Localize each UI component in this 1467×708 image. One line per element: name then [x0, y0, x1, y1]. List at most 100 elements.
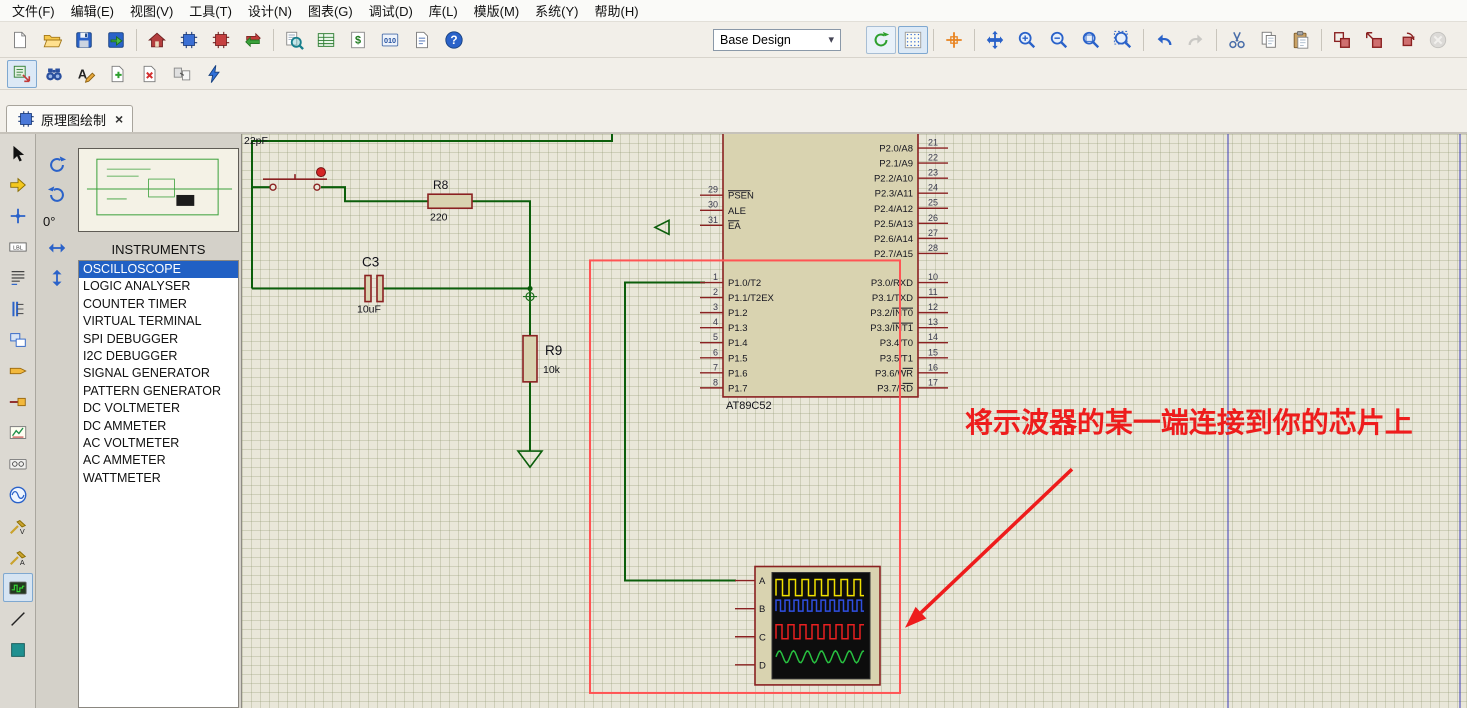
redo-button[interactable]	[1181, 26, 1211, 54]
subcircuit-mode-button[interactable]	[3, 325, 33, 354]
mirror-vertical-button[interactable]	[43, 265, 71, 291]
rotate-clockwise-button[interactable]	[43, 152, 71, 178]
zoom-out-button[interactable]	[1044, 26, 1074, 54]
property-assign-button[interactable]: A	[71, 60, 101, 88]
voltage-probe-button[interactable]: V	[3, 511, 33, 540]
home-design-button[interactable]	[142, 26, 172, 54]
menu-design[interactable]: 设计(N)	[240, 0, 300, 22]
block-rotate-button[interactable]	[1391, 26, 1421, 54]
zoom-in-button[interactable]	[1012, 26, 1042, 54]
menu-help[interactable]: 帮助(H)	[587, 0, 647, 22]
menu-graph[interactable]: 图表(G)	[300, 0, 361, 22]
menu-debug[interactable]: 调试(D)	[361, 0, 421, 22]
virtual-instrument-button[interactable]	[2, 573, 33, 602]
save-button[interactable]	[69, 26, 99, 54]
rotation-angle-field[interactable]: 0°	[43, 214, 71, 229]
instrument-ac-ammeter[interactable]: AC AMMETER	[79, 452, 238, 469]
menu-library[interactable]: 库(L)	[421, 0, 466, 22]
open-folder-button[interactable]	[37, 26, 67, 54]
instrument-dc-voltmeter[interactable]: DC VOLTMETER	[79, 400, 238, 417]
graph-mode-button[interactable]	[3, 418, 33, 447]
undo-button[interactable]	[1149, 26, 1179, 54]
menu-template[interactable]: 模版(M)	[466, 0, 528, 22]
bill-table-button[interactable]	[311, 26, 341, 54]
text-script-button[interactable]	[3, 263, 33, 292]
origin-marker-button[interactable]	[939, 26, 969, 54]
zoom-all-button[interactable]	[1076, 26, 1106, 54]
resistor-r8[interactable]: R8 220	[427, 178, 473, 223]
instrument-counter-timer[interactable]: COUNTER TIMER	[79, 296, 238, 313]
menu-edit[interactable]: 编辑(E)	[63, 0, 122, 22]
menu-tools[interactable]: 工具(T)	[181, 0, 240, 22]
design-explorer-button[interactable]	[279, 26, 309, 54]
mirror-horizontal-button[interactable]	[43, 235, 71, 261]
block-copy-button[interactable]	[1327, 26, 1357, 54]
new-file-button[interactable]	[5, 26, 35, 54]
goto-sheet-button[interactable]	[167, 60, 197, 88]
instrument-virtual-terminal[interactable]: VIRTUAL TERMINAL	[79, 313, 238, 330]
device-pin-mode-button[interactable]	[3, 387, 33, 416]
instrument-wattmeter[interactable]: WATTMETER	[79, 470, 238, 487]
menu-system[interactable]: 系统(Y)	[527, 0, 586, 22]
instrument-pattern-generator[interactable]: PATTERN GENERATOR	[79, 383, 238, 400]
instrument-signal-generator[interactable]: SIGNAL GENERATOR	[79, 365, 238, 382]
remove-sheet-button[interactable]	[135, 60, 165, 88]
grid-toggle-button[interactable]	[898, 25, 928, 54]
push-button[interactable]	[263, 167, 327, 191]
ground-symbol[interactable]	[516, 450, 544, 469]
menu-file[interactable]: 文件(F)	[4, 0, 63, 22]
wire-label-button[interactable]: LBL	[3, 232, 33, 261]
find-component-button[interactable]	[39, 60, 69, 88]
design-selector[interactable]: Base Design ▾	[713, 28, 841, 51]
resistor-r9[interactable]: R9 10k	[522, 334, 562, 383]
refresh-view-button[interactable]	[866, 25, 896, 54]
root-sheet-button[interactable]	[7, 59, 37, 88]
terminal-mode-button[interactable]	[3, 356, 33, 385]
rotate-anticlockwise-button[interactable]	[43, 182, 71, 208]
instrument-ac-voltmeter[interactable]: AC VOLTMETER	[79, 435, 238, 452]
junction-dot-button[interactable]	[3, 201, 33, 230]
import-project-button[interactable]	[101, 26, 131, 54]
copy-button[interactable]	[1254, 26, 1284, 54]
generator-mode-button[interactable]	[3, 480, 33, 509]
schematic-preview[interactable]	[78, 148, 239, 232]
paste-button[interactable]	[1286, 26, 1316, 54]
bom-dollar-button[interactable]: $	[343, 26, 373, 54]
pcb-layout-button[interactable]	[206, 26, 236, 54]
svg-text:27: 27	[928, 228, 938, 238]
selection-mode-button[interactable]	[3, 139, 33, 168]
bus-mode-button[interactable]	[3, 294, 33, 323]
capacitor-c3[interactable]: C3 10uF	[357, 254, 384, 316]
box-2d-button[interactable]	[3, 635, 33, 664]
instrument-logic-analyser[interactable]: LOGIC ANALYSER	[79, 278, 238, 295]
chip-at89c52[interactable]: AT89C52 29 PSEN 30 ALE 31 EA 1 P1.0/T2 2 P1.1/T2E…	[700, 134, 948, 412]
design-sync-button[interactable]	[238, 26, 268, 54]
instrument-i2c-debugger[interactable]: I2C DEBUGGER	[79, 348, 238, 365]
cut-button[interactable]	[1222, 26, 1252, 54]
zoom-area-button[interactable]	[1108, 26, 1138, 54]
oscilloscope-component[interactable]: A B C D	[735, 565, 881, 686]
block-move-button[interactable]	[1359, 26, 1389, 54]
schematic-canvas[interactable]: R8 220 C3 10uF R9 10k 22pF AT89C52 29 PS…	[242, 134, 1467, 708]
block-delete-button[interactable]	[1423, 26, 1453, 54]
help-button[interactable]: ?	[439, 26, 469, 54]
orientation-toolbar: 0°	[36, 134, 78, 708]
line-2d-button[interactable]	[3, 604, 33, 633]
tape-recorder-button[interactable]	[3, 449, 33, 478]
source-code-button[interactable]: 010	[375, 26, 405, 54]
instrument-dc-ammeter[interactable]: DC AMMETER	[79, 418, 238, 435]
electrical-check-button[interactable]	[199, 60, 229, 88]
svg-text:22: 22	[928, 153, 938, 163]
tab-schematic[interactable]: 原理图绘制 ×	[6, 105, 134, 132]
component-mode-button[interactable]	[3, 170, 33, 199]
design-notes-button[interactable]	[407, 26, 437, 54]
schematic-capture-button[interactable]	[174, 26, 204, 54]
instrument-spi-debugger[interactable]: SPI DEBUGGER	[79, 331, 238, 348]
instrument-oscilloscope[interactable]: OSCILLOSCOPE	[79, 261, 238, 279]
pan-view-button[interactable]	[980, 26, 1010, 54]
new-sheet-button[interactable]	[103, 60, 133, 88]
wires[interactable]	[251, 134, 736, 582]
menu-view[interactable]: 视图(V)	[122, 0, 181, 22]
tab-close-icon[interactable]: ×	[115, 111, 123, 127]
current-probe-button[interactable]: A	[3, 542, 33, 571]
